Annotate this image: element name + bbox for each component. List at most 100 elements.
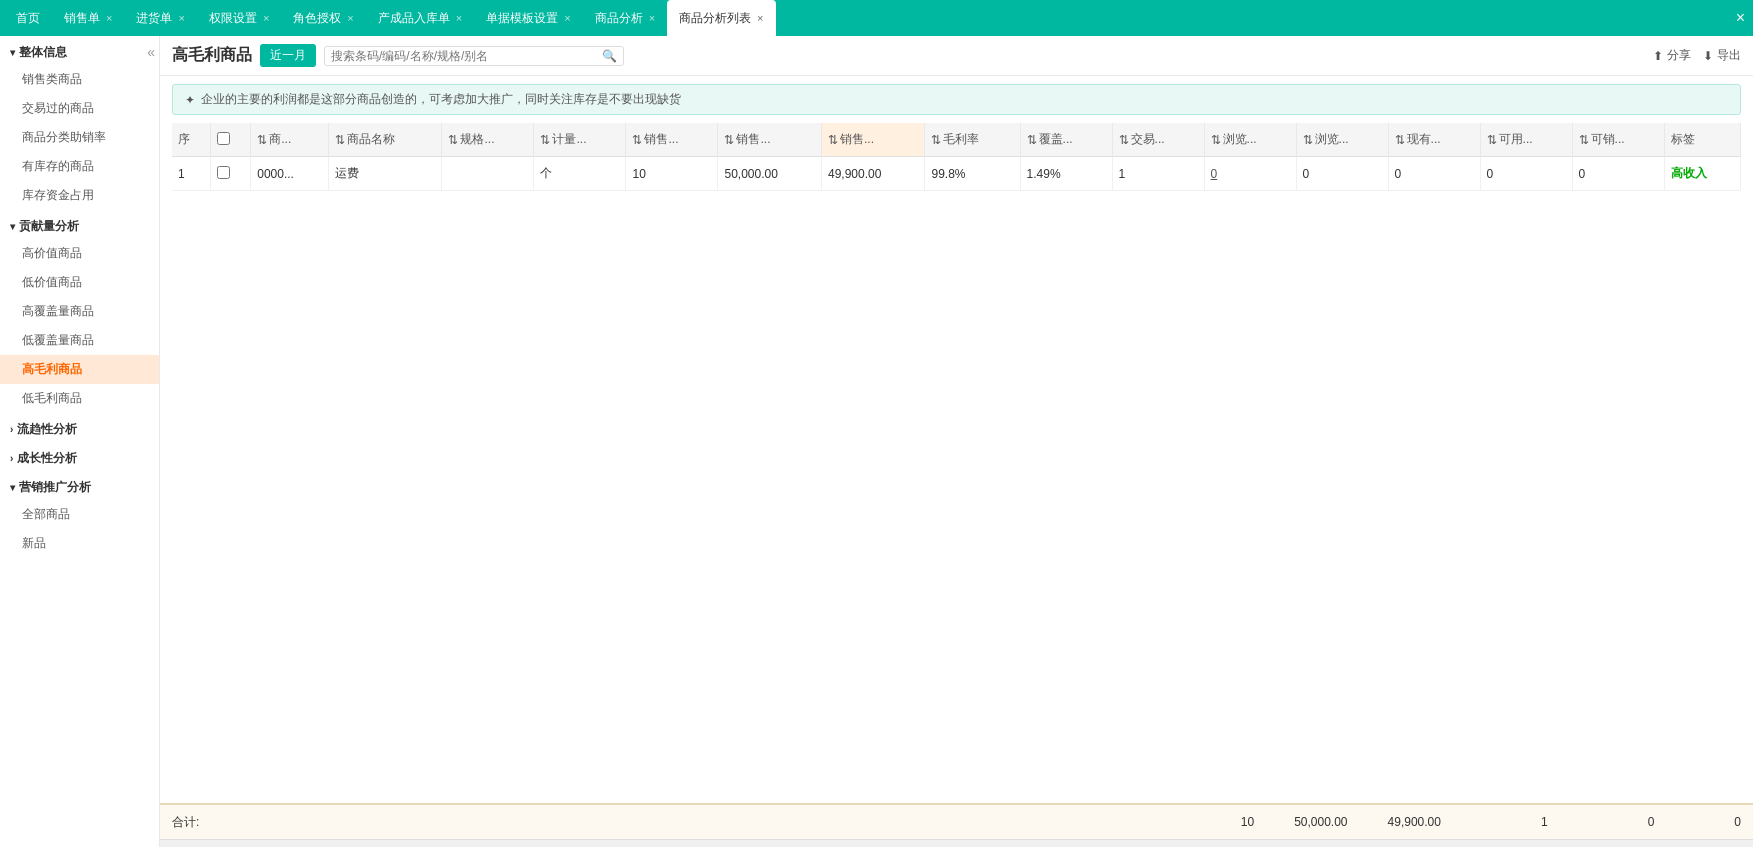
sidebar-item-stocked-goods[interactable]: 有库存的商品 xyxy=(0,152,159,181)
cell-sales-qty: 10 xyxy=(626,157,718,191)
sort-icon: ⇅ xyxy=(1119,133,1129,147)
col-gross-margin[interactable]: ⇅毛利率 xyxy=(925,123,1020,157)
sort-icon: ⇅ xyxy=(632,133,642,147)
close-product-in-tab[interactable]: × xyxy=(456,12,462,24)
nav-item-purchase[interactable]: 进货单 × xyxy=(124,0,196,36)
search-icon[interactable]: 🔍 xyxy=(602,49,617,63)
col-current-stock[interactable]: ⇅现有... xyxy=(1388,123,1480,157)
col-tag[interactable]: 标签 xyxy=(1664,123,1740,157)
cell-browse1[interactable]: 0 xyxy=(1204,157,1296,191)
export-icon: ⬇ xyxy=(1703,49,1713,63)
sort-icon: ⇅ xyxy=(1395,133,1405,147)
col-seq: 序 xyxy=(172,123,210,157)
col-sales-qty[interactable]: ⇅销售... xyxy=(626,123,718,157)
search-input[interactable] xyxy=(331,49,602,63)
sidebar-item-traded-goods[interactable]: 交易过的商品 xyxy=(0,94,159,123)
sidebar-item-category-rate[interactable]: 商品分类助销率 xyxy=(0,123,159,152)
col-browse2[interactable]: ⇅浏览... xyxy=(1296,123,1388,157)
sidebar-item-low-margin[interactable]: 低毛利商品 xyxy=(0,384,159,413)
sidebar: « ▾ 整体信息 销售类商品 交易过的商品 商品分类助销率 有库存的商品 库存资… xyxy=(0,36,160,847)
cell-unit: 个 xyxy=(534,157,626,191)
nav-item-role[interactable]: 角色授权 × xyxy=(281,0,365,36)
cell-seq: 1 xyxy=(172,157,210,191)
sort-icon: ⇅ xyxy=(335,133,345,147)
share-button[interactable]: ⬆ 分享 xyxy=(1653,47,1691,64)
data-table: 序 ⇅商... ⇅商品名称 ⇅规格... ⇅计量... ⇅销售... ⇅销售..… xyxy=(172,123,1741,191)
sidebar-item-new-goods[interactable]: 新品 xyxy=(0,529,159,558)
nav-item-home[interactable]: 首页 xyxy=(4,0,52,36)
page-title: 高毛利商品 xyxy=(172,45,252,66)
sidebar-item-high-value[interactable]: 高价值商品 xyxy=(0,239,159,268)
close-purchase-tab[interactable]: × xyxy=(178,12,184,24)
col-saleable[interactable]: ⇅可销... xyxy=(1572,123,1664,157)
sidebar-group-overall[interactable]: ▾ 整体信息 xyxy=(0,36,159,65)
sidebar-item-high-margin[interactable]: 高毛利商品 xyxy=(0,355,159,384)
top-nav: 首页 销售单 × 进货单 × 权限设置 × 角色授权 × 产成品入库单 × 单据… xyxy=(0,0,1753,36)
close-role-tab[interactable]: × xyxy=(347,12,353,24)
cell-code: 0000... xyxy=(251,157,328,191)
col-unit[interactable]: ⇅计量... xyxy=(534,123,626,157)
growth-arrow: › xyxy=(10,453,13,464)
sidebar-group-trend[interactable]: › 流趋性分析 xyxy=(0,413,159,442)
sidebar-item-sales-goods[interactable]: 销售类商品 xyxy=(0,65,159,94)
sort-icon: ⇅ xyxy=(448,133,458,147)
cell-saleable: 0 xyxy=(1572,157,1664,191)
trend-arrow: › xyxy=(10,424,13,435)
col-browse1[interactable]: ⇅浏览... xyxy=(1204,123,1296,157)
info-banner: ✦ 企业的主要的利润都是这部分商品创造的，可考虑加大推广，同时关注库存是不要出现… xyxy=(172,84,1741,115)
content-area: 高毛利商品 近一月 🔍 ⬆ 分享 ⬇ 导出 ✦ 企业的主要的利润都是这部分商品创… xyxy=(160,36,1753,847)
main-container: « ▾ 整体信息 销售类商品 交易过的商品 商品分类助销率 有库存的商品 库存资… xyxy=(0,36,1753,847)
col-sales-profit[interactable]: ⇅销售... xyxy=(821,123,924,157)
col-checkbox[interactable] xyxy=(210,123,251,157)
close-all-tabs[interactable]: × xyxy=(1736,9,1745,27)
sidebar-item-all-goods[interactable]: 全部商品 xyxy=(0,500,159,529)
col-spec[interactable]: ⇅规格... xyxy=(442,123,534,157)
contribution-arrow: ▾ xyxy=(10,221,15,232)
time-filter-button[interactable]: 近一月 xyxy=(260,44,316,67)
footer-current-stock: 0 xyxy=(1648,815,1655,829)
footer-sales-amount: 50,000.00 xyxy=(1294,815,1347,829)
sidebar-group-growth[interactable]: › 成长性分析 xyxy=(0,442,159,471)
nav-item-analysis[interactable]: 商品分析 × xyxy=(583,0,667,36)
cell-trade: 1 xyxy=(1112,157,1204,191)
nav-item-template[interactable]: 单据模板设置 × xyxy=(474,0,582,36)
nav-item-analysis-list[interactable]: 商品分析列表 × xyxy=(667,0,775,36)
table-container: 序 ⇅商... ⇅商品名称 ⇅规格... ⇅计量... ⇅销售... ⇅销售..… xyxy=(160,123,1753,803)
sidebar-item-low-value[interactable]: 低价值商品 xyxy=(0,268,159,297)
info-icon: ✦ xyxy=(185,93,195,107)
nav-item-sales[interactable]: 销售单 × xyxy=(52,0,124,36)
sidebar-collapse-btn[interactable]: « xyxy=(147,44,155,60)
close-template-tab[interactable]: × xyxy=(564,12,570,24)
col-available[interactable]: ⇅可用... xyxy=(1480,123,1572,157)
sidebar-item-stock-capital[interactable]: 库存资金占用 xyxy=(0,181,159,210)
sidebar-group-contribution[interactable]: ▾ 贡献量分析 xyxy=(0,210,159,239)
close-sales-tab[interactable]: × xyxy=(106,12,112,24)
col-name[interactable]: ⇅商品名称 xyxy=(328,123,442,157)
cell-checkbox[interactable] xyxy=(210,157,251,191)
cell-current-stock: 0 xyxy=(1388,157,1480,191)
row-checkbox[interactable] xyxy=(217,166,230,179)
sort-icon: ⇅ xyxy=(724,133,734,147)
col-sales-amount[interactable]: ⇅销售... xyxy=(718,123,821,157)
nav-item-permission[interactable]: 权限设置 × xyxy=(197,0,281,36)
footer-sales-profit: 49,900.00 xyxy=(1388,815,1441,829)
cell-name: 运费 xyxy=(328,157,442,191)
close-permission-tab[interactable]: × xyxy=(263,12,269,24)
sidebar-item-high-coverage[interactable]: 高覆盖量商品 xyxy=(0,297,159,326)
sort-icon: ⇅ xyxy=(1303,133,1313,147)
close-analysis-tab[interactable]: × xyxy=(649,12,655,24)
horizontal-scrollbar[interactable] xyxy=(160,839,1753,847)
cell-available: 0 xyxy=(1480,157,1572,191)
nav-item-product-in[interactable]: 产成品入库单 × xyxy=(366,0,474,36)
footer-total: 合计: 10 50,000.00 49,900.00 1 0 0 xyxy=(160,803,1753,839)
search-box: 🔍 xyxy=(324,46,624,66)
sidebar-group-marketing[interactable]: ▾ 营销推广分析 xyxy=(0,471,159,500)
sidebar-item-low-coverage[interactable]: 低覆盖量商品 xyxy=(0,326,159,355)
select-all-checkbox[interactable] xyxy=(217,132,230,145)
col-trade[interactable]: ⇅交易... xyxy=(1112,123,1204,157)
close-analysis-list-tab[interactable]: × xyxy=(757,12,763,24)
col-code[interactable]: ⇅商... xyxy=(251,123,328,157)
export-button[interactable]: ⬇ 导出 xyxy=(1703,47,1741,64)
content-header: 高毛利商品 近一月 🔍 ⬆ 分享 ⬇ 导出 xyxy=(160,36,1753,76)
col-coverage[interactable]: ⇅覆盖... xyxy=(1020,123,1112,157)
